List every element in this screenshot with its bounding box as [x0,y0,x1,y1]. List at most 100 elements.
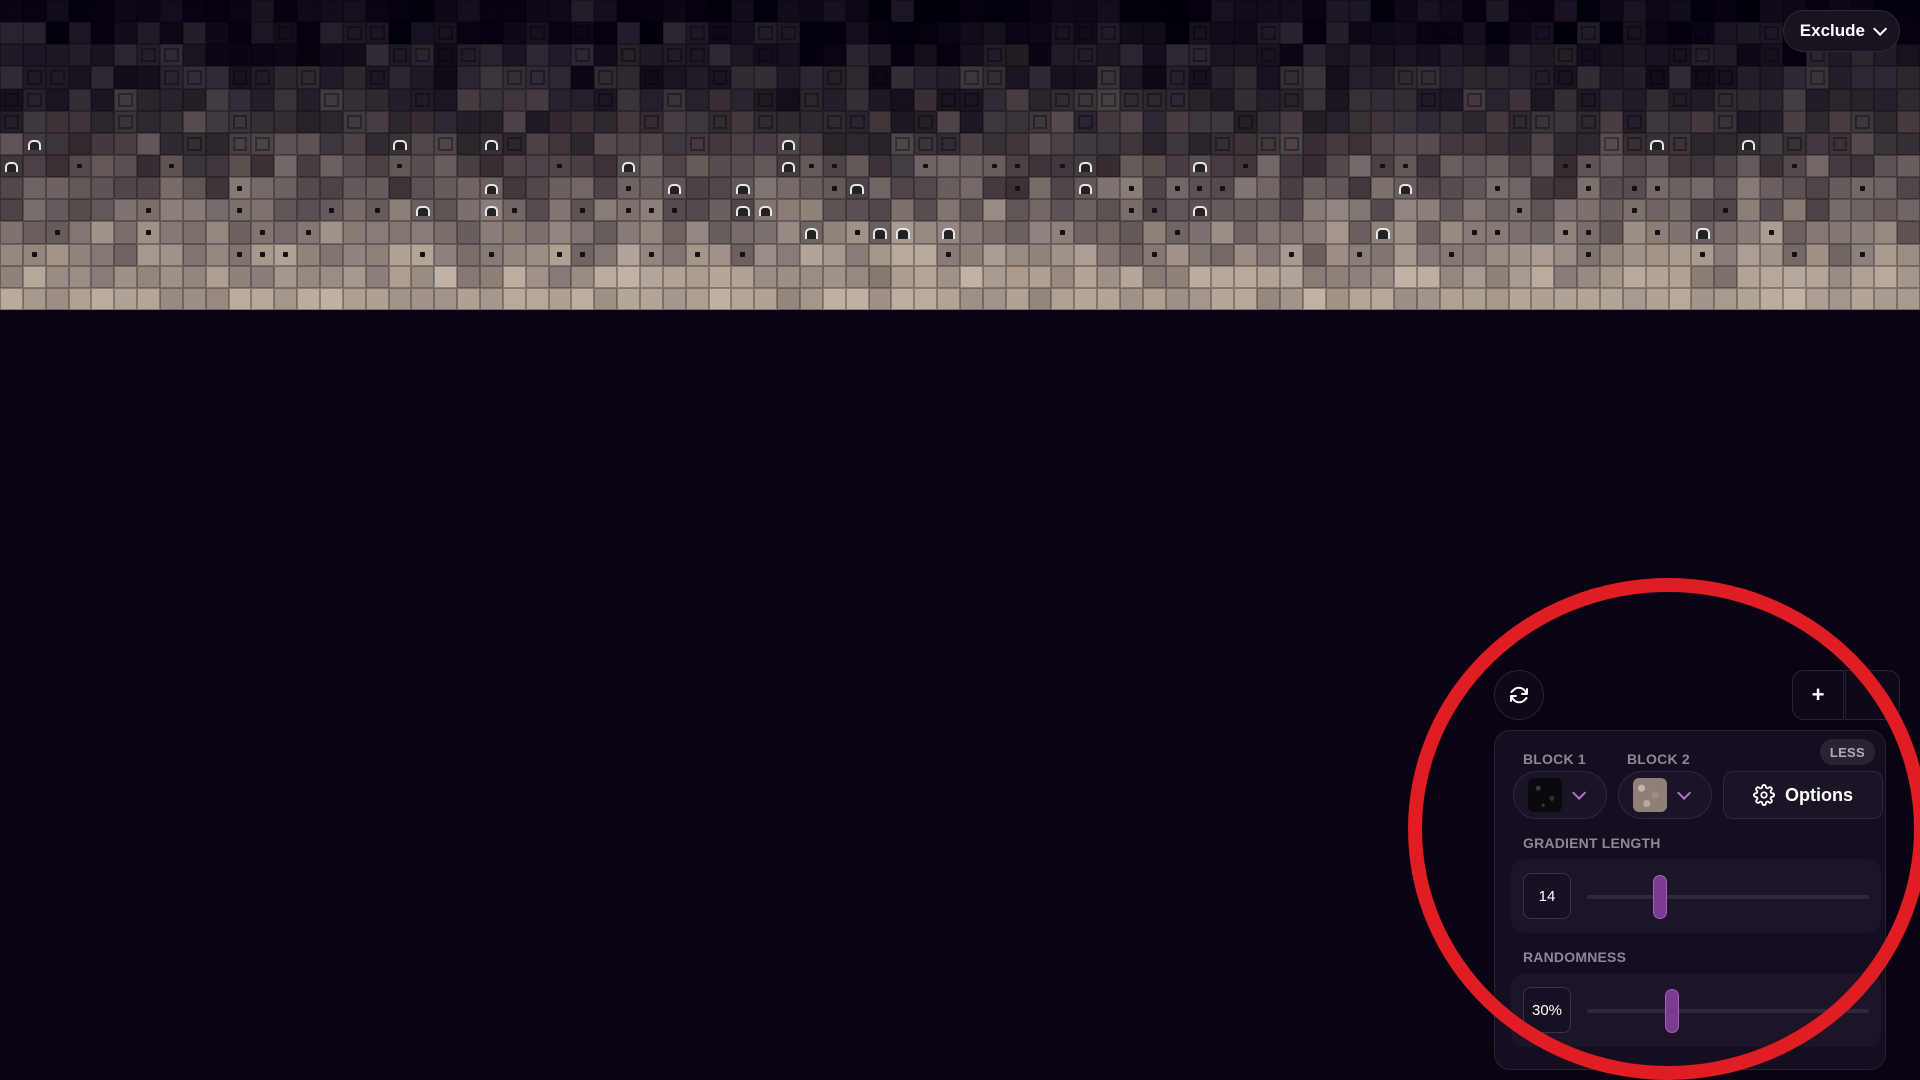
gradient-length-input[interactable]: 14 [1523,873,1571,919]
gradient-block [617,132,640,155]
gradient-block [685,132,709,155]
exclude-dropdown[interactable]: Exclude [1782,10,1900,52]
gradient-block [1714,22,1738,45]
gradient-block [640,44,663,67]
gradient-block [411,132,435,155]
gradient-block [22,243,46,266]
gradient-block [777,88,800,111]
gradient-block [114,66,138,89]
block2-picker[interactable] [1618,771,1712,819]
gradient-block [45,243,69,266]
gradient-block [457,287,480,310]
gradient-block [685,199,709,222]
gradient-block [1485,265,1509,288]
gradient-block [822,132,846,155]
gradient-block [1257,0,1280,23]
gradient-block [228,132,252,155]
gradient-block [22,66,46,89]
gradient-block [114,243,138,266]
gradient-block [982,265,1006,288]
gradient-block [1348,243,1372,266]
gradient-block [571,0,595,23]
gradient-block [1508,66,1532,89]
gradient-block [480,66,503,89]
gradient-block [731,110,755,133]
gradient-block [1371,287,1395,310]
regenerate-button[interactable] [1494,670,1544,720]
gradient-block [960,132,983,155]
secondary-action-button[interactable] [1845,670,1900,720]
gradient-block [91,66,115,89]
gradient-block [617,66,640,89]
gradient-block [525,199,549,222]
gradient-block [1760,265,1783,288]
gradient-block [1874,132,1898,155]
gradient-block [1280,132,1303,155]
gradient-block [662,265,686,288]
gradient-block [1485,110,1509,133]
gradient-block [548,265,572,288]
exclude-label: Exclude [1799,21,1865,40]
gradient-block [548,221,572,244]
gradient-block [891,44,915,67]
gradient-block [1554,243,1578,266]
gradient-block [1097,110,1120,133]
gradient-block [1851,110,1875,133]
gradient-block [1097,221,1120,244]
gradient-block [205,154,229,178]
gradient-block [1394,132,1418,155]
gradient-block [1280,243,1303,266]
gradient-block [342,199,366,222]
randomness-input[interactable]: 30% [1523,987,1571,1033]
less-button[interactable]: LESS [1819,739,1875,765]
gradient-block [1302,265,1326,288]
gradient-block [731,154,755,178]
gradient-block [274,44,298,67]
gradient-block [1302,199,1326,222]
gradient-block [1074,0,1098,23]
gradient-block [1097,287,1120,310]
gradient-block [845,132,869,155]
add-button[interactable]: + [1792,670,1844,720]
gradient-block [1805,88,1829,111]
gradient-block [640,177,663,200]
gradient-length-thumb[interactable] [1653,875,1668,919]
gradient-length-track[interactable] [1587,875,1869,919]
gradient-block [1097,177,1120,200]
gradient-block [1211,221,1235,244]
gradient-block [1462,22,1486,45]
gradient-block [114,154,138,178]
gradient-block [777,132,800,155]
gradient-block [1394,88,1418,111]
gradient-block [1645,66,1669,89]
gradient-block [137,265,160,288]
gradient-block [1828,243,1852,266]
gradient-block [1714,221,1738,244]
gradient-block [937,88,960,111]
gradient-block [22,0,46,23]
gradient-block [1622,110,1646,133]
gradient-block [388,287,412,310]
gradient-block [1622,177,1646,200]
gradient-block [45,199,69,222]
block1-picker[interactable] [1513,771,1607,819]
gradient-block [754,44,778,67]
gradient-block [1280,44,1303,67]
gradient-block [1234,221,1258,244]
gradient-block [388,22,412,45]
randomness-thumb[interactable] [1664,989,1679,1033]
gradient-block [365,110,389,133]
gradient-block [1691,22,1715,45]
gradient-block [1188,22,1212,45]
options-button[interactable]: Options [1723,771,1883,819]
gradient-block [1325,199,1349,222]
gradient-block [297,287,320,310]
randomness-track[interactable] [1587,989,1869,1033]
gradient-block [1120,0,1143,23]
gradient-block [1165,177,1189,200]
gradient-block [525,88,549,111]
gradient-block [114,132,138,155]
gradient-block [571,88,595,111]
gradient-block [1371,66,1395,89]
gradient-block [937,154,960,178]
